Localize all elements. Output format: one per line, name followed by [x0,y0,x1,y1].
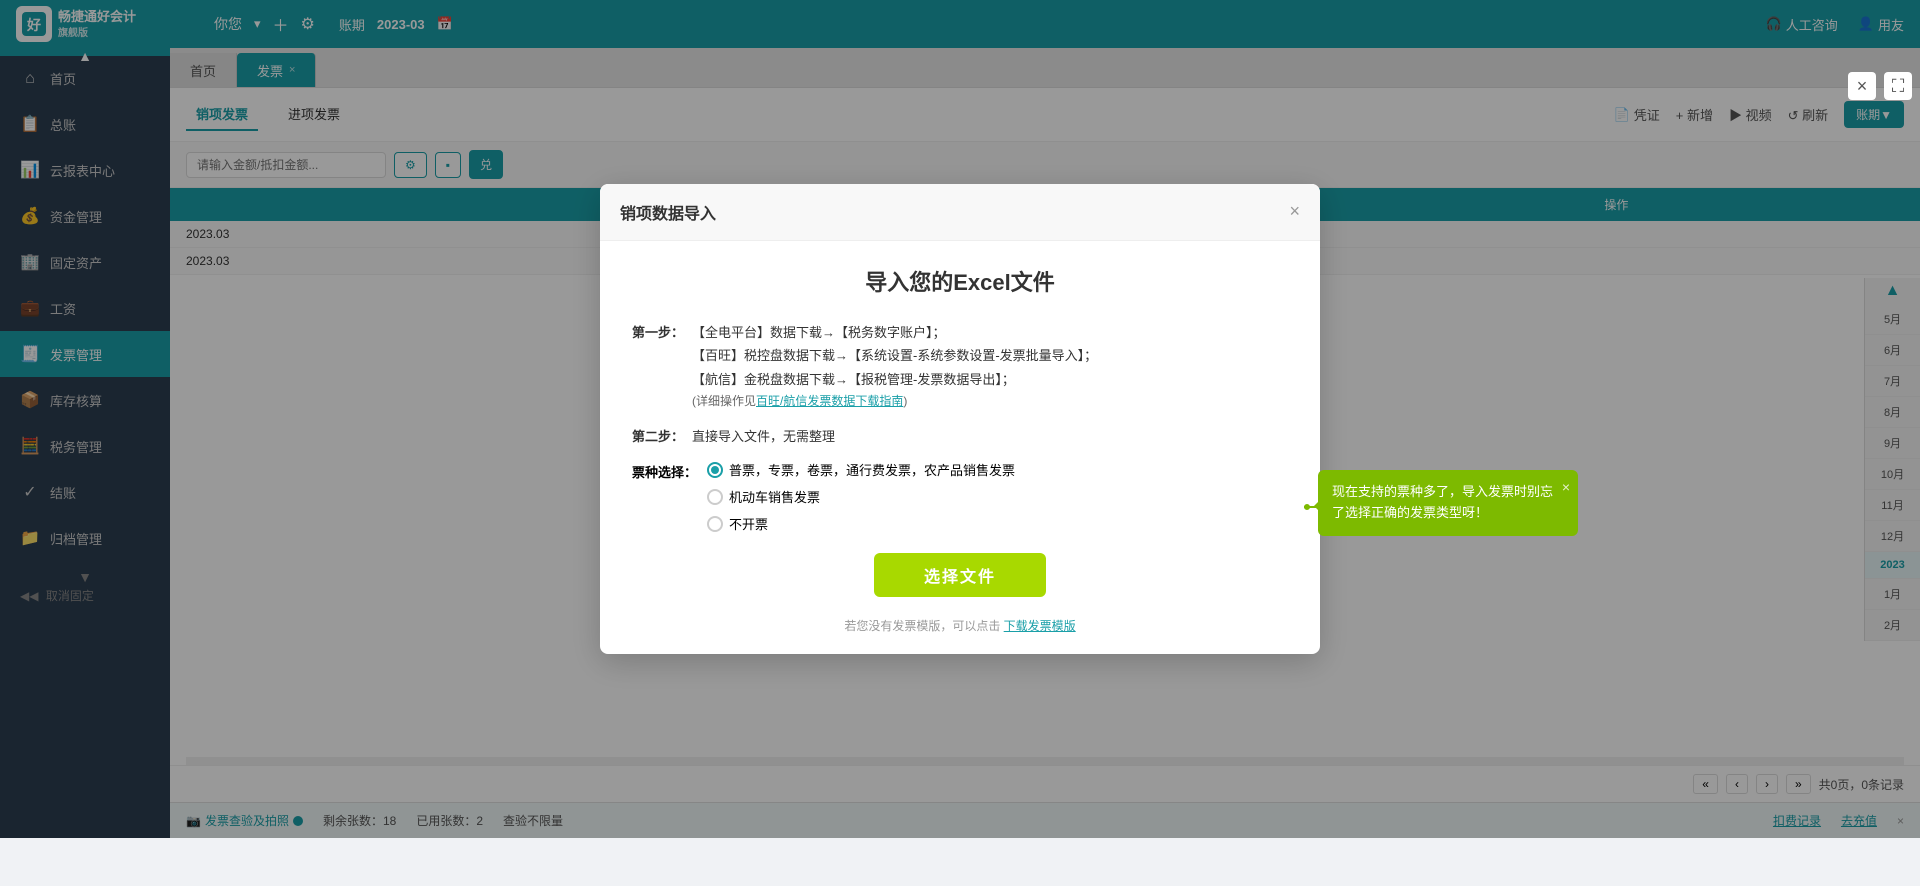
window-close-btn[interactable]: × [1848,72,1876,100]
modal-footer-text: 若您没有发票模版，可以点击 下载发票模版 [632,617,1288,634]
tooltip-bubble: × 现在支持的票种多了，导入发票时别忘了选择正确的发票类型呀！ [1318,470,1578,536]
window-maximize-btn[interactable]: ⛶ [1884,72,1912,100]
step1-row: 第一步： 【全电平台】数据下载→【税务数字账户】； 【百旺】税控盘数据下载→【系… [632,321,1288,413]
radio-normal-inner [711,466,719,474]
modal-close-btn[interactable]: × [1289,201,1300,222]
step1-content: 【全电平台】数据下载→【税务数字账户】； 【百旺】税控盘数据下载→【系统设置-系… [692,321,1288,413]
radio-no-ticket-circle[interactable] [707,516,723,532]
step1-line-3: 【航信】金税盘数据下载→【报税管理-发票数据导出】； [692,368,1288,391]
modal-title: 销项数据导入 [620,200,716,224]
download-template-link[interactable]: 下载发票模版 [1004,619,1076,633]
step1-link: (详细操作见百旺/航信发票数据下载指南) [692,391,1288,413]
radio-no-ticket[interactable]: 不开票 [707,514,1015,533]
radio-vehicle-circle[interactable] [707,489,723,505]
step1-line-2: 【百旺】税控盘数据下载→【系统设置-系统参数设置-发票批量导入】； [692,344,1288,367]
step1-label: 第一步： [632,321,684,413]
tooltip-close-btn[interactable]: × [1562,476,1570,498]
ticket-select-row: 票种选择： 普票，专票，卷票，通行费发票，农产品销售发票 机动车销售发票 [632,460,1288,533]
radio-vehicle[interactable]: 机动车销售发票 [707,487,1015,506]
radio-normal[interactable]: 普票，专票，卷票，通行费发票，农产品销售发票 [707,460,1015,479]
window-controls: × ⛶ [1840,64,1920,108]
modal-main-title: 导入您的Excel文件 [632,265,1288,297]
radio-normal-label: 普票，专票，卷票，通行费发票，农产品销售发票 [729,460,1015,479]
guide-link[interactable]: 百旺/航信发票数据下载指南 [756,394,903,408]
modal-overlay: 销项数据导入 × 导入您的Excel文件 第一步： 【全电平台】数据下载→【税务… [0,0,1920,838]
radio-no-ticket-label: 不开票 [729,514,768,533]
step1-line-1: 【全电平台】数据下载→【税务数字账户】； [692,321,1288,344]
step2-row: 第二步： 直接导入文件，无需整理 [632,425,1288,448]
modal-header: 销项数据导入 × [600,184,1320,241]
radio-vehicle-label: 机动车销售发票 [729,487,820,506]
ticket-label: 票种选择： [632,460,697,481]
select-file-btn[interactable]: 选择文件 [874,553,1046,597]
import-modal: 销项数据导入 × 导入您的Excel文件 第一步： 【全电平台】数据下载→【税务… [600,184,1320,654]
step2-content: 直接导入文件，无需整理 [692,425,1288,448]
step2-label: 第二步： [632,425,684,448]
modal-body: 导入您的Excel文件 第一步： 【全电平台】数据下载→【税务数字账户】； 【百… [600,241,1320,654]
tooltip-text: 现在支持的票种多了，导入发票时别忘了选择正确的发票类型呀！ [1332,484,1553,520]
radio-normal-circle[interactable] [707,462,723,478]
radio-options: 普票，专票，卷票，通行费发票，农产品销售发票 机动车销售发票 不开票 [707,460,1015,533]
tooltip-bar [1304,506,1318,508]
